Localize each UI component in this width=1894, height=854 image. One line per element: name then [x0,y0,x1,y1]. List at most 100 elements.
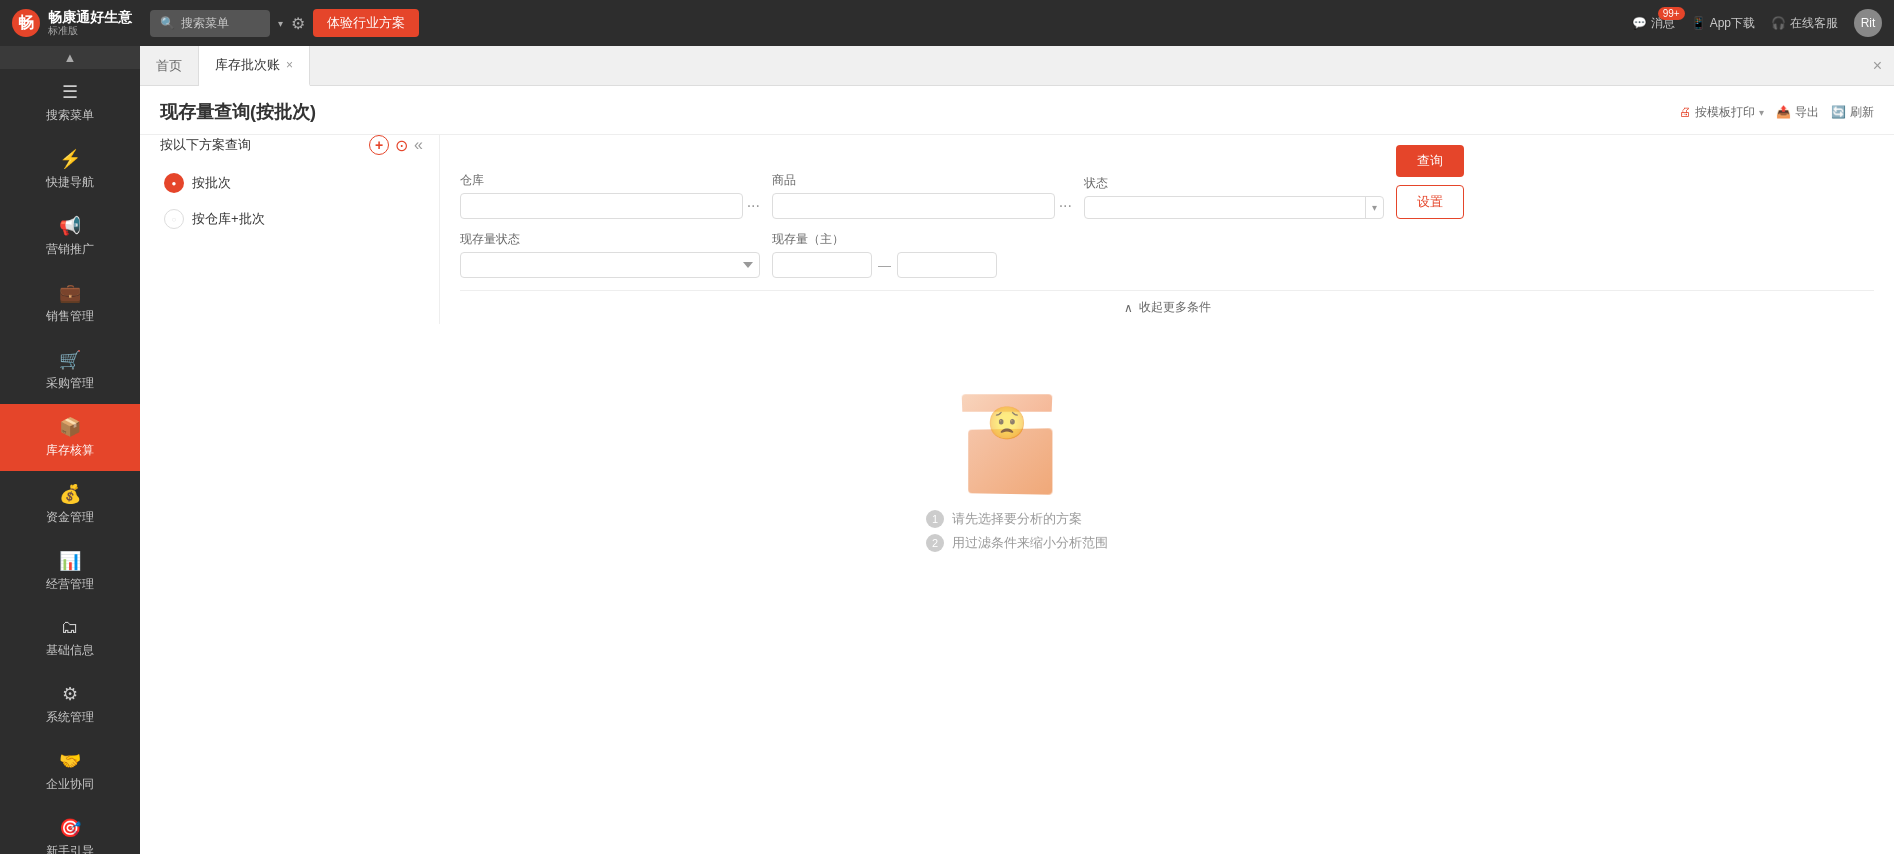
inventory-status-label: 现存量状态 [460,231,760,248]
inventory-qty-range: — [772,252,1072,278]
user-avatar[interactable]: Rit [1854,9,1882,37]
search-menu[interactable]: 🔍 搜索菜单 [150,10,270,37]
batch-option-icon: ● [164,173,184,193]
print-icon: 🖨 [1679,105,1691,119]
content-area: 首页 库存批次账 × × 现存量查询(按批次) 🖨 按模板打印 ▾ [140,46,1894,854]
search-label: 搜索菜单 [46,107,94,124]
product-more-btn[interactable]: ··· [1059,197,1072,215]
print-btn[interactable]: 🖨 按模板打印 ▾ [1679,104,1764,121]
collapse-more-arrow: ∧ [1124,301,1133,315]
sidebar-item-enterprise[interactable]: 🤝 企业协同 [0,738,140,805]
settings-btn[interactable]: 设置 [1396,185,1464,219]
sidebar-item-finance[interactable]: 💰 资金管理 [0,471,140,538]
newguide-label: 新手引导 [46,843,94,854]
filter-settings-icon[interactable]: ⊙ [395,136,408,155]
tab-home[interactable]: 首页 [140,46,199,86]
sidebar-item-quicknav[interactable]: ⚡ 快捷导航 [0,136,140,203]
tab-close-right[interactable]: × [1861,57,1894,75]
action-buttons-col: 查询 设置 [1396,145,1464,219]
operations-label: 经营管理 [46,576,94,593]
page-title: 现存量查询(按批次) [160,100,316,124]
sidebar-item-sales[interactable]: 💼 销售管理 [0,270,140,337]
search-icon: ☰ [62,81,78,103]
sidebar-item-basic[interactable]: 🗂 基础信息 [0,605,140,671]
app-download-btn[interactable]: 📱 App下载 [1691,15,1755,32]
online-service-btn[interactable]: 🎧 在线客服 [1771,15,1838,32]
filter-option-warehouse-batch[interactable]: ○ 按仓库+批次 [160,201,423,237]
tab-batch-account[interactable]: 库存批次账 × [199,46,310,86]
warehouse-field: 仓库 ··· [460,172,760,219]
tip-text-1: 请先选择要分析的方案 [952,510,1082,528]
inventory-qty-field: 现存量（主） — [772,231,1072,278]
query-btn[interactable]: 查询 [1396,145,1464,177]
filter-collapse-icon[interactable]: « [414,136,423,154]
page-header-actions: 🖨 按模板打印 ▾ 📤 导出 🔄 刷新 [1679,104,1874,121]
experience-btn[interactable]: 体验行业方案 [313,9,419,37]
avatar: Rit [1854,9,1882,37]
product-label: 商品 [772,172,1072,189]
enterprise-label: 企业协同 [46,776,94,793]
filter-option-by-batch[interactable]: ● 按批次 [160,165,423,201]
refresh-btn[interactable]: 🔄 刷新 [1831,104,1874,121]
inventory-label: 库存核算 [46,442,94,459]
status-label: 状态 [1084,175,1384,192]
app-logo: 畅 [12,9,40,37]
finance-icon: 💰 [59,483,81,505]
page-content: 现存量查询(按批次) 🖨 按模板打印 ▾ 📤 导出 🔄 刷新 [140,86,1894,854]
warehouse-input[interactable] [460,193,743,219]
filter-section: 按以下方案查询 + ⊙ « ● 按批次 [140,135,1894,324]
marketing-label: 营销推广 [46,241,94,258]
inventory-status-select[interactable]: 全部 有库存 无库存 [460,252,760,278]
marketing-icon: 📢 [59,215,81,237]
sidebar-item-newguide[interactable]: 🎯 新手引导 [0,805,140,854]
product-input[interactable] [772,193,1055,219]
tab-close-icon[interactable]: × [286,58,293,72]
empty-illustration: 😟 [957,384,1077,494]
sidebar-item-purchase[interactable]: 🛒 采购管理 [0,337,140,404]
page-header: 现存量查询(按批次) 🖨 按模板打印 ▾ 📤 导出 🔄 刷新 [140,86,1894,135]
sidebar-item-operations[interactable]: 📊 经营管理 [0,538,140,605]
warehouse-batch-label: 按仓库+批次 [192,210,265,228]
top-bar: 畅 畅康通好生意 标准版 🔍 搜索菜单 ▾ ⚙ 体验行业方案 💬 消息 99+ … [0,0,1894,46]
quicknav-label: 快捷导航 [46,174,94,191]
tip-num-1: 1 [926,510,944,528]
range-dash: — [878,258,891,273]
operations-icon: 📊 [59,550,81,572]
sidebar-item-marketing[interactable]: 📢 营销推广 [0,203,140,270]
sidebar-scroll-up[interactable]: ▲ [0,46,140,69]
purchase-icon: 🛒 [59,349,81,371]
inventory-qty-min[interactable] [772,252,872,278]
filter-left-panel: 按以下方案查询 + ⊙ « ● 按批次 [160,135,440,324]
print-dropdown-arrow[interactable]: ▾ [1759,107,1764,118]
status-dropdown[interactable]: ▾ [1084,196,1384,219]
sidebar-item-inventory[interactable]: 📦 库存核算 [0,404,140,471]
message-btn[interactable]: 💬 消息 99+ [1632,15,1675,32]
sidebar-item-system[interactable]: ⚙ 系统管理 [0,671,140,738]
warehouse-more-btn[interactable]: ··· [747,197,760,215]
refresh-icon: 🔄 [1831,105,1846,119]
collapse-more-label: 收起更多条件 [1139,299,1211,316]
inventory-qty-label: 现存量（主） [772,231,1072,248]
search-dropdown-arrow[interactable]: ▾ [278,18,283,29]
tab-bar: 首页 库存批次账 × × [140,46,1894,86]
system-label: 系统管理 [46,709,94,726]
filter-left-actions: + ⊙ « [369,135,423,155]
product-field: 商品 ··· [772,172,1072,219]
warehouse-batch-radio: ○ [164,209,184,229]
collapse-more-btn[interactable]: ∧ 收起更多条件 [460,290,1874,324]
export-icon: 📤 [1776,105,1791,119]
add-filter-btn[interactable]: + [369,135,389,155]
app-title: 畅康通好生意 标准版 [48,9,132,38]
sidebar-item-search[interactable]: ☰ 搜索菜单 [0,69,140,136]
inventory-qty-max[interactable] [897,252,997,278]
message-badge: 99+ [1658,7,1685,20]
inventory-status-field: 现存量状态 全部 有库存 无库存 [460,231,760,278]
settings-icon[interactable]: ⚙ [291,14,305,33]
filter-right-panel: 仓库 ··· 商品 ··· [440,135,1874,324]
basic-label: 基础信息 [46,642,94,659]
status-dropdown-text [1085,203,1365,213]
newguide-icon: 🎯 [59,817,81,839]
status-dropdown-arrow[interactable]: ▾ [1365,197,1383,218]
status-field: 状态 ▾ [1084,175,1384,219]
export-btn[interactable]: 📤 导出 [1776,104,1819,121]
